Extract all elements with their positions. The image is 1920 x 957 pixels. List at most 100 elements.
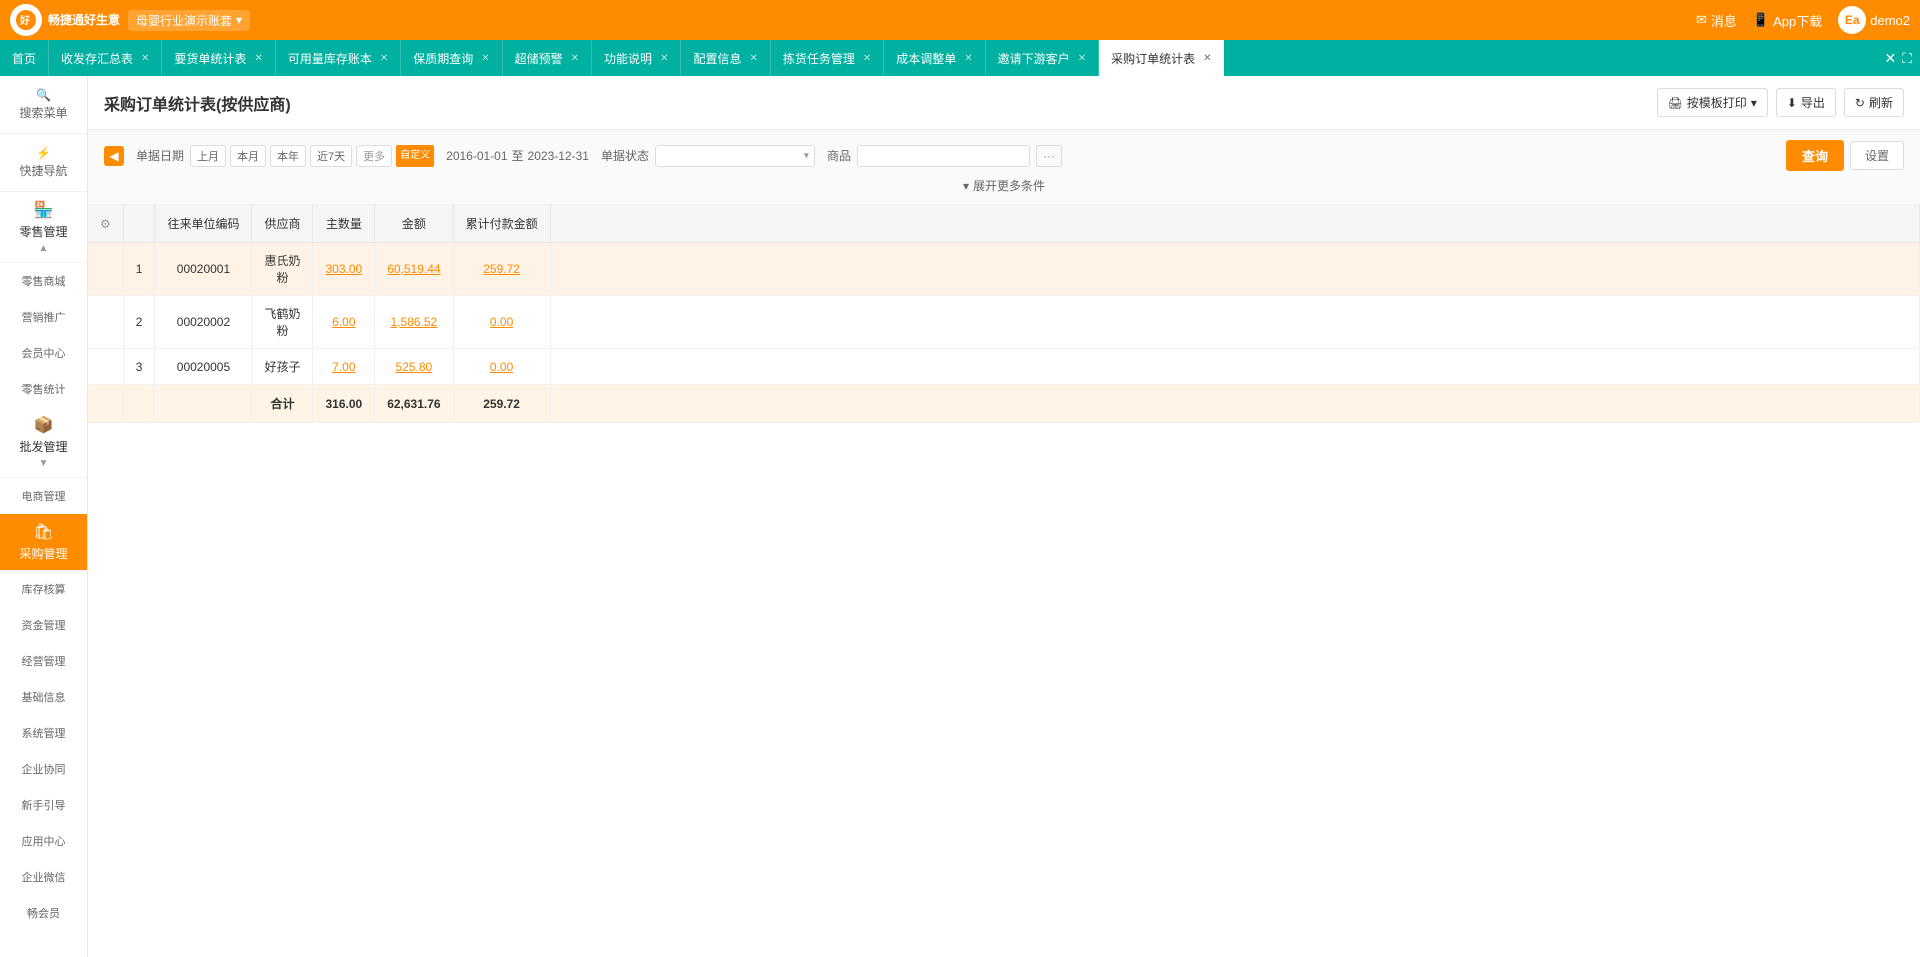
td-row1-paid[interactable]: 259.72 (453, 243, 550, 296)
settings-btn[interactable]: 设置 (1850, 141, 1904, 170)
sidebar-item-operations[interactable]: 经营管理 (0, 643, 87, 679)
sidebar-item-purchase-mgmt[interactable]: 🛍 采购管理 (0, 514, 87, 571)
row3-quantity-link[interactable]: 7.00 (332, 360, 355, 374)
tab-invite-downstream[interactable]: 邀请下游客户 ✕ (986, 40, 1099, 76)
print-btn[interactable]: 🖨 按模板打印 ▾ (1657, 88, 1768, 117)
tab-config-info[interactable]: 配置信息 ✕ (681, 40, 770, 76)
logo-area: 好 畅捷通好生意 (10, 4, 120, 36)
user-area[interactable]: Ea demo2 (1838, 6, 1910, 34)
table-row: 3 00020005 好孩子 7.00 525.80 0.00 (88, 349, 1920, 385)
sidebar-item-enterprise-collab[interactable]: 企业协同 (0, 751, 87, 787)
tab-overstock-warning[interactable]: 超储预警 ✕ (503, 40, 592, 76)
tab-receive-summary-close[interactable]: ✕ (141, 53, 149, 64)
chang-member-label: 畅会员 (27, 905, 60, 921)
date-from: 2016-01-01 (446, 149, 507, 163)
tab-purchase-order-stats-close[interactable]: ✕ (1203, 53, 1211, 64)
filter-collapse-btn[interactable]: ◀ (104, 146, 124, 166)
sidebar-item-member-center[interactable]: 会员中心 (0, 335, 87, 371)
expand-more-btn[interactable]: ▾ 展开更多条件 (104, 177, 1904, 194)
tab-function-desc-label: 功能说明 (604, 50, 652, 67)
tab-invite-downstream-close[interactable]: ✕ (1078, 53, 1086, 64)
tfoot-empty4 (550, 385, 1919, 423)
date-range-display: 2016-01-01 至 2023-12-31 (446, 147, 589, 164)
tab-inventory-ledger-close[interactable]: ✕ (380, 53, 388, 64)
td-row3-quantity[interactable]: 7.00 (313, 349, 375, 385)
date-shortcut-last-month[interactable]: 上月 (190, 145, 226, 167)
th-settings: ⚙ (88, 205, 123, 243)
tab-pick-task-close[interactable]: ✕ (863, 53, 871, 64)
row3-paid-link[interactable]: 0.00 (490, 360, 513, 374)
td-row2-supplier: 飞鹤奶粉 (252, 296, 313, 349)
row2-paid-link[interactable]: 0.00 (490, 315, 513, 329)
date-shortcut-7days[interactable]: 近7天 (310, 145, 352, 167)
tab-pick-task-label: 拣货任务管理 (783, 50, 855, 67)
search-menu-btn[interactable]: 🔍 搜索菜单 (8, 84, 79, 125)
sidebar-item-marketing[interactable]: 营销推广 (0, 299, 87, 335)
sidebar-item-finance[interactable]: 资金管理 (0, 607, 87, 643)
col-settings-icon[interactable]: ⚙ (100, 217, 111, 231)
td-row1-amount[interactable]: 60,519.44 (375, 243, 453, 296)
sidebar-item-basic-info[interactable]: 基础信息 (0, 679, 87, 715)
tab-pick-task[interactable]: 拣货任务管理 ✕ (771, 40, 884, 76)
window-maximize-icon[interactable]: ⛶ (1902, 50, 1912, 67)
status-select[interactable] (655, 145, 815, 167)
tab-overstock-warning-close[interactable]: ✕ (571, 53, 579, 64)
goods-more-btn[interactable]: ··· (1036, 145, 1062, 167)
top-bar-left: 好 畅捷通好生意 母婴行业演示账套 ▾ (10, 4, 250, 36)
td-row1-quantity[interactable]: 303.00 (313, 243, 375, 296)
sidebar-item-new-guide[interactable]: 新手引导 (0, 787, 87, 823)
row3-amount-link[interactable]: 525.80 (396, 360, 433, 374)
row1-quantity-link[interactable]: 303.00 (325, 262, 362, 276)
tab-purchase-order-stats[interactable]: 采购订单统计表 ✕ (1099, 40, 1224, 76)
tab-warranty-query-close[interactable]: ✕ (481, 53, 489, 64)
svg-text:好: 好 (19, 14, 30, 27)
td-row3-amount[interactable]: 525.80 (375, 349, 453, 385)
tab-order-stats-label: 要货单统计表 (174, 50, 246, 67)
app-download-btn[interactable]: 📱 App下载 (1753, 11, 1822, 30)
goods-input[interactable] (857, 145, 1030, 167)
td-row2-paid[interactable]: 0.00 (453, 296, 550, 349)
sidebar-item-ecommerce[interactable]: 电商管理 (0, 478, 87, 514)
tab-cost-adjust-close[interactable]: ✕ (964, 53, 972, 64)
td-row2-amount[interactable]: 1,586.52 (375, 296, 453, 349)
date-shortcut-this-year[interactable]: 本年 (270, 145, 306, 167)
message-btn[interactable]: ✉ 消息 (1696, 11, 1737, 30)
sidebar-item-wholesale-mgmt[interactable]: 📦 批发管理 ▼ (0, 407, 87, 478)
tab-function-desc-close[interactable]: ✕ (660, 53, 668, 64)
tab-warranty-query[interactable]: 保质期查询 ✕ (401, 40, 502, 76)
sidebar-item-chang-member[interactable]: 畅会员 (0, 895, 87, 931)
td-row3-paid[interactable]: 0.00 (453, 349, 550, 385)
row2-quantity-link[interactable]: 6.00 (332, 315, 355, 329)
quick-nav-btn[interactable]: ⚡ 快捷导航 (8, 142, 79, 183)
query-btn[interactable]: 查询 (1786, 140, 1844, 171)
tab-inventory-ledger[interactable]: 可用量库存账本 ✕ (276, 40, 401, 76)
breadcrumb[interactable]: 母婴行业演示账套 ▾ (128, 10, 250, 31)
tab-config-info-close[interactable]: ✕ (749, 53, 757, 64)
window-close-icon[interactable]: ✕ (1884, 50, 1896, 67)
sidebar-item-retail-mgmt[interactable]: 🏪 零售管理 ▲ (0, 192, 87, 263)
row2-amount-link[interactable]: 1,586.52 (391, 315, 438, 329)
row1-amount-link[interactable]: 60,519.44 (387, 262, 440, 276)
tab-order-stats-close[interactable]: ✕ (254, 53, 262, 64)
sidebar-item-app-center[interactable]: 应用中心 (0, 823, 87, 859)
tab-function-desc[interactable]: 功能说明 ✕ (592, 40, 681, 76)
sidebar-item-inventory[interactable]: 库存核算 (0, 571, 87, 607)
tab-cost-adjust[interactable]: 成本调整单 ✕ (884, 40, 985, 76)
tab-receive-summary[interactable]: 收发存汇总表 ✕ (49, 40, 162, 76)
sidebar-item-enterprise-wechat[interactable]: 企业微信 (0, 859, 87, 895)
date-shortcut-more[interactable]: 更多 (356, 145, 392, 167)
breadcrumb-dropdown-icon: ▾ (236, 13, 242, 27)
sidebar-item-retail-stats[interactable]: 零售统计 (0, 371, 87, 407)
export-btn[interactable]: ⬇ 导出 (1776, 88, 1836, 117)
row1-paid-link[interactable]: 259.72 (483, 262, 520, 276)
tab-home[interactable]: 首页 (0, 40, 49, 76)
tab-order-stats[interactable]: 要货单统计表 ✕ (162, 40, 275, 76)
main-layout: 🔍 搜索菜单 ⚡ 快捷导航 🏪 零售管理 ▲ 零售商城 营销推广 会员中心 零售… (0, 76, 1920, 957)
td-row1-supplier: 惠氏奶粉 (252, 243, 313, 296)
date-shortcut-this-month[interactable]: 本月 (230, 145, 266, 167)
td-row2-quantity[interactable]: 6.00 (313, 296, 375, 349)
sidebar-item-retail-shop[interactable]: 零售商城 (0, 263, 87, 299)
refresh-btn[interactable]: ↻ 刷新 (1844, 88, 1904, 117)
table-footer-row: 合计 316.00 62,631.76 259.72 (88, 385, 1920, 423)
sidebar-item-system-mgmt[interactable]: 系统管理 (0, 715, 87, 751)
